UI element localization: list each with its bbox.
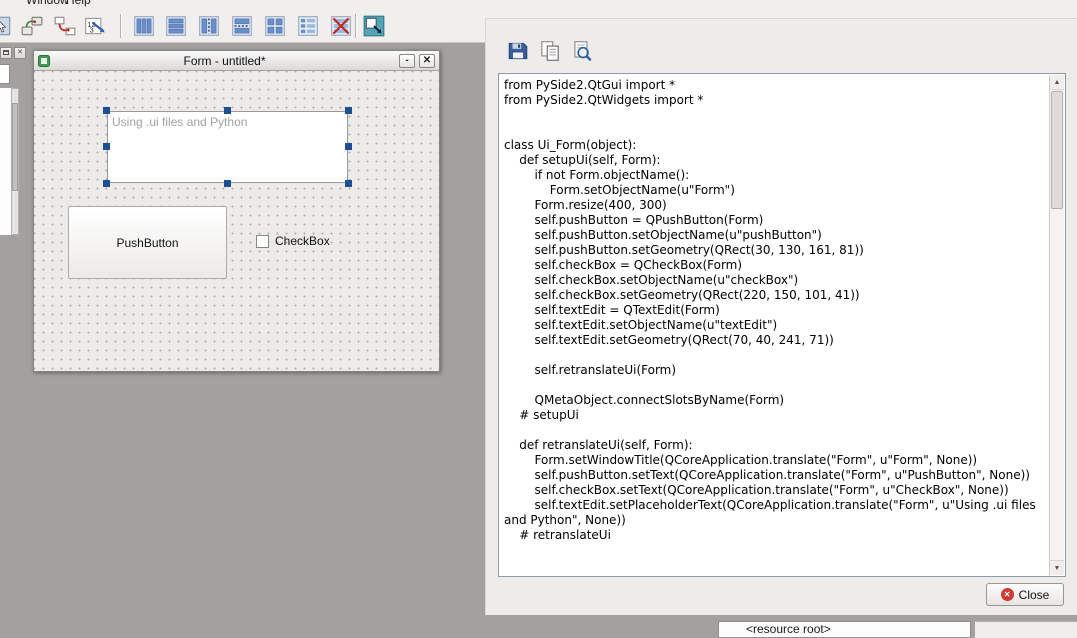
lay-out-vertically-icon[interactable] xyxy=(164,14,188,38)
break-layout-icon[interactable] xyxy=(329,14,353,38)
menu-item-window[interactable]: Window xyxy=(26,0,69,7)
close-window-button[interactable]: ✕ xyxy=(419,54,435,68)
dock-close-button[interactable]: ✕ xyxy=(14,47,26,59)
bottom-panel-fragment xyxy=(975,621,1077,638)
form-canvas[interactable]: Using .ui files and Python PushButton Ch… xyxy=(34,71,439,371)
scrollbar-thumb[interactable] xyxy=(1051,91,1063,209)
selection-handle-mid-right[interactable] xyxy=(345,143,352,150)
selection-handle-top-right[interactable] xyxy=(345,107,352,114)
checkbox-widget[interactable]: CheckBox xyxy=(256,234,330,248)
dock-float-button[interactable] xyxy=(0,47,12,59)
lay-out-horizontally-icon[interactable] xyxy=(132,14,156,38)
code-view[interactable]: from PySide2.QtGui import * from PySide2… xyxy=(498,73,1066,577)
edit-buddies-icon[interactable] xyxy=(53,14,77,38)
selection-handle-top-center[interactable] xyxy=(224,107,231,114)
lay-out-vertically-in-splitter-icon[interactable] xyxy=(230,14,254,38)
menu-item-help[interactable]: Help xyxy=(66,0,91,7)
form-window-title: Form - untitled* xyxy=(54,54,395,68)
form-titlebar[interactable]: Form - untitled* - ✕ xyxy=(34,51,439,71)
toolbar-separator xyxy=(120,14,121,38)
widgetbox-panel-fragment xyxy=(0,88,11,235)
selection-handle-top-left[interactable] xyxy=(103,107,110,114)
save-icon[interactable] xyxy=(506,39,530,63)
lay-out-in-grid-icon[interactable] xyxy=(263,14,287,38)
checkbox-label: CheckBox xyxy=(275,234,330,248)
pushbutton-label: PushButton xyxy=(116,236,178,250)
code-vertical-scrollbar[interactable]: ▲ ▼ xyxy=(1049,75,1064,575)
form-window-icon xyxy=(38,55,50,67)
code-text: from PySide2.QtGui import * from PySide2… xyxy=(504,78,1047,574)
code-preview-dialog: from PySide2.QtGui import * from PySide2… xyxy=(485,18,1077,615)
edit-tab-order-icon[interactable]: 123 xyxy=(84,14,108,38)
selection-handle-bottom-right[interactable] xyxy=(345,180,352,187)
widgetbox-scrollbar-thumb[interactable] xyxy=(12,103,18,191)
copy-icon[interactable] xyxy=(538,39,562,63)
selection-handle-bottom-center[interactable] xyxy=(224,180,231,187)
float-icon xyxy=(3,50,9,55)
edit-signals-slots-icon[interactable] xyxy=(20,14,44,38)
selection-handle-bottom-left[interactable] xyxy=(103,180,110,187)
toolbar-separator xyxy=(355,14,356,38)
dock-filter-input[interactable] xyxy=(0,64,10,84)
menubar: Window Help xyxy=(0,0,485,8)
svg-text:3: 3 xyxy=(89,26,93,35)
minimize-button[interactable]: - xyxy=(399,54,415,68)
close-icon: ✕ xyxy=(17,49,23,56)
close-circle-icon: ✕ xyxy=(1001,588,1014,601)
edit-widgets-icon[interactable] xyxy=(0,14,13,38)
scroll-down-arrow-icon[interactable]: ▼ xyxy=(1050,560,1064,575)
resource-root-item[interactable]: <resource root> xyxy=(718,621,971,638)
checkbox-indicator[interactable] xyxy=(256,235,269,248)
lay-out-in-form-layout-icon[interactable] xyxy=(296,14,320,38)
textedit-widget[interactable]: Using .ui files and Python xyxy=(107,111,348,183)
close-button-label: Close xyxy=(1019,588,1050,602)
form-editor-window: Form - untitled* - ✕ Using .ui files and… xyxy=(33,50,440,372)
selection-handle-mid-left[interactable] xyxy=(103,143,110,150)
resource-root-label: <resource root> xyxy=(746,622,831,636)
adjust-size-icon[interactable] xyxy=(362,14,386,38)
find-icon[interactable] xyxy=(570,39,594,63)
scroll-up-arrow-icon[interactable]: ▲ xyxy=(1050,75,1064,90)
pushbutton-widget[interactable]: PushButton xyxy=(68,206,227,279)
widgetbox-scrollbar[interactable] xyxy=(11,88,19,235)
close-button[interactable]: ✕ Close xyxy=(986,583,1064,606)
lay-out-horizontally-in-splitter-icon[interactable] xyxy=(197,14,221,38)
textedit-placeholder: Using .ui files and Python xyxy=(112,115,347,129)
